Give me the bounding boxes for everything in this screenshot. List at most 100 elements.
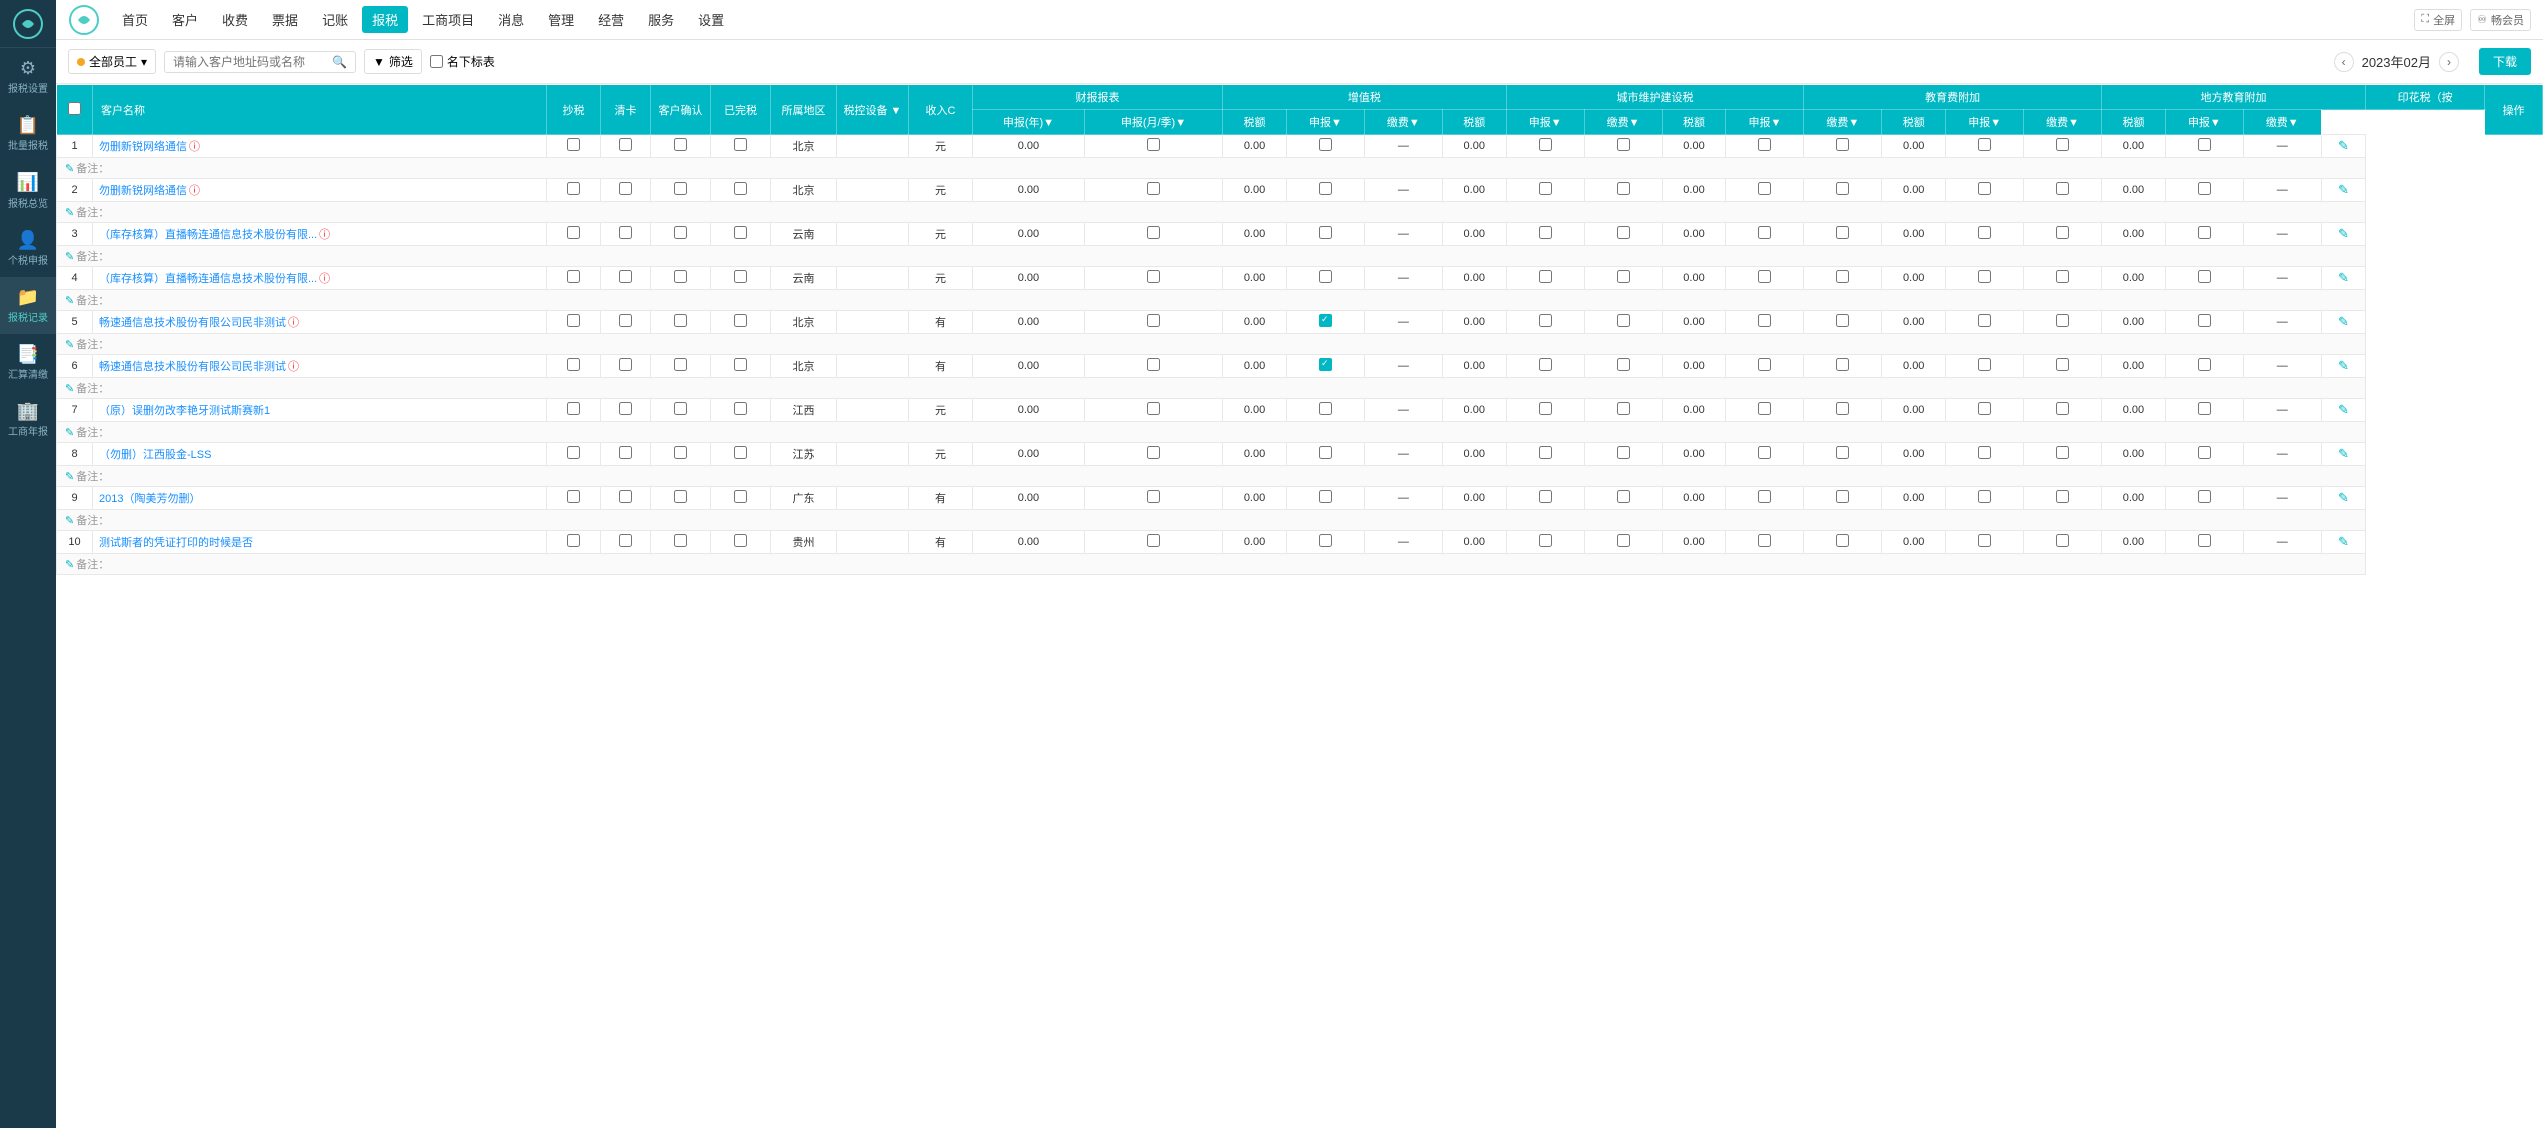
- client-confirm-checkbox[interactable]: [674, 314, 687, 327]
- customer-name-cell[interactable]: （库存核算）直播畅连通信息技术股份有限...ⓘ: [93, 223, 547, 246]
- stamp-declare-cell[interactable]: [2165, 135, 2243, 158]
- clear-card-checkbox[interactable]: [619, 534, 632, 547]
- nav-message[interactable]: 消息: [488, 6, 534, 33]
- client-confirm-checkbox[interactable]: [674, 534, 687, 547]
- local-edu-pay-checkbox[interactable]: [2056, 534, 2069, 547]
- city-pay-checkbox[interactable]: [1617, 446, 1630, 459]
- edu-declare-checkbox[interactable]: [1758, 534, 1771, 547]
- city-pay-checkbox[interactable]: [1617, 358, 1630, 371]
- sidebar-item-tax-overview[interactable]: 📊 报税总览: [0, 162, 56, 219]
- stamp-declare-checkbox[interactable]: [2198, 358, 2211, 371]
- edu-declare-checkbox[interactable]: [1758, 446, 1771, 459]
- table-container[interactable]: 客户名称 抄税 清卡 客户确认 已完税 所属地区 税控设备 ▼ 收入C 财报报表…: [56, 84, 2543, 1128]
- edit-icon[interactable]: ✎: [2338, 402, 2349, 417]
- client-confirm-checkbox[interactable]: [674, 402, 687, 415]
- edu-pay-checkbox[interactable]: [1836, 446, 1849, 459]
- city-pay-checkbox[interactable]: [1617, 138, 1630, 151]
- edu-declare-cell[interactable]: [1726, 399, 1804, 422]
- edu-declare-checkbox[interactable]: [1758, 182, 1771, 195]
- client-confirm-cell[interactable]: [650, 267, 710, 290]
- edit-icon[interactable]: ✎: [2338, 138, 2349, 153]
- client-confirm-cell[interactable]: [650, 135, 710, 158]
- local-edu-pay-checkbox[interactable]: [2056, 226, 2069, 239]
- clear-card-checkbox[interactable]: [619, 226, 632, 239]
- nav-customer[interactable]: 客户: [162, 6, 208, 33]
- client-confirm-checkbox[interactable]: [674, 358, 687, 371]
- local-edu-declare-checkbox[interactable]: [1978, 314, 1991, 327]
- sidebar-item-tax-records[interactable]: 📁 报税记录: [0, 277, 56, 334]
- edu-pay-cell[interactable]: [1804, 267, 1882, 290]
- city-declare-checkbox[interactable]: [1539, 138, 1552, 151]
- client-confirm-cell[interactable]: [650, 487, 710, 510]
- nav-service[interactable]: 服务: [638, 6, 684, 33]
- clear-card-checkbox[interactable]: [619, 402, 632, 415]
- annual-report-checkbox[interactable]: [1147, 446, 1160, 459]
- local-edu-pay-cell[interactable]: [2024, 443, 2102, 466]
- city-declare-cell[interactable]: [1506, 311, 1584, 334]
- local-edu-declare-checkbox[interactable]: [1978, 534, 1991, 547]
- local-edu-pay-checkbox[interactable]: [2056, 314, 2069, 327]
- edu-declare-checkbox[interactable]: [1758, 358, 1771, 371]
- vat-declare-cell[interactable]: [1287, 531, 1365, 554]
- local-edu-pay-cell[interactable]: [2024, 531, 2102, 554]
- annual-report-checkbox[interactable]: [1147, 358, 1160, 371]
- edu-declare-checkbox[interactable]: [1758, 402, 1771, 415]
- city-pay-cell[interactable]: [1584, 179, 1662, 202]
- local-edu-pay-cell[interactable]: [2024, 267, 2102, 290]
- stamp-declare-cell[interactable]: [2165, 179, 2243, 202]
- stamp-declare-checkbox[interactable]: [2198, 402, 2211, 415]
- city-declare-cell[interactable]: [1506, 267, 1584, 290]
- operation-cell[interactable]: ✎: [2321, 399, 2365, 422]
- client-confirm-cell[interactable]: [650, 179, 710, 202]
- stamp-declare-checkbox[interactable]: [2198, 446, 2211, 459]
- annual-report-cell[interactable]: [1084, 179, 1222, 202]
- edu-pay-cell[interactable]: [1804, 135, 1882, 158]
- tax-copy-checkbox[interactable]: [567, 314, 580, 327]
- city-pay-cell[interactable]: [1584, 311, 1662, 334]
- local-edu-declare-checkbox[interactable]: [1978, 358, 1991, 371]
- filed-checkbox[interactable]: [734, 226, 747, 239]
- filter-button[interactable]: ▼ 筛选: [364, 49, 422, 74]
- local-edu-declare-checkbox[interactable]: [1978, 490, 1991, 503]
- annual-report-cell[interactable]: [1084, 135, 1222, 158]
- sidebar-item-tax-settings[interactable]: ⚙ 报税设置: [0, 48, 56, 105]
- clear-card-cell[interactable]: [600, 135, 650, 158]
- local-edu-pay-cell[interactable]: [2024, 355, 2102, 378]
- member-btn[interactable]: ♾ 畅会员: [2470, 9, 2531, 31]
- vat-declare-cell[interactable]: [1287, 179, 1365, 202]
- tax-copy-cell[interactable]: [546, 399, 600, 422]
- edu-declare-checkbox[interactable]: [1758, 138, 1771, 151]
- stamp-declare-cell[interactable]: [2165, 223, 2243, 246]
- local-edu-declare-cell[interactable]: [1946, 267, 2024, 290]
- local-edu-declare-checkbox[interactable]: [1978, 138, 1991, 151]
- tax-copy-cell[interactable]: [546, 487, 600, 510]
- edit-icon[interactable]: ✎: [2338, 534, 2349, 549]
- city-pay-checkbox[interactable]: [1617, 182, 1630, 195]
- client-confirm-checkbox[interactable]: [674, 226, 687, 239]
- edu-pay-checkbox[interactable]: [1836, 226, 1849, 239]
- annual-report-checkbox[interactable]: [1147, 138, 1160, 151]
- local-edu-declare-cell[interactable]: [1946, 179, 2024, 202]
- city-declare-checkbox[interactable]: [1539, 182, 1552, 195]
- customer-name-cell[interactable]: （原）误删勿改李艳牙测试斯赛新1: [93, 399, 547, 422]
- nav-tax[interactable]: 报税: [362, 6, 408, 33]
- operation-cell[interactable]: ✎: [2321, 267, 2365, 290]
- employee-filter-select[interactable]: 全部员工 ▾: [68, 49, 156, 74]
- annual-report-checkbox[interactable]: [1147, 402, 1160, 415]
- stamp-declare-cell[interactable]: [2165, 267, 2243, 290]
- tax-copy-cell[interactable]: [546, 531, 600, 554]
- local-edu-declare-cell[interactable]: [1946, 223, 2024, 246]
- client-confirm-checkbox[interactable]: [674, 490, 687, 503]
- edu-pay-checkbox[interactable]: [1836, 534, 1849, 547]
- annual-report-checkbox[interactable]: [1147, 534, 1160, 547]
- client-confirm-cell[interactable]: [650, 311, 710, 334]
- filed-cell[interactable]: [710, 179, 770, 202]
- annual-report-checkbox[interactable]: [1147, 490, 1160, 503]
- edit-icon[interactable]: ✎: [2338, 270, 2349, 285]
- filed-cell[interactable]: [710, 487, 770, 510]
- annual-report-checkbox[interactable]: [1147, 314, 1160, 327]
- annual-report-cell[interactable]: [1084, 355, 1222, 378]
- clear-card-checkbox[interactable]: [619, 446, 632, 459]
- edu-declare-cell[interactable]: [1726, 179, 1804, 202]
- city-declare-checkbox[interactable]: [1539, 226, 1552, 239]
